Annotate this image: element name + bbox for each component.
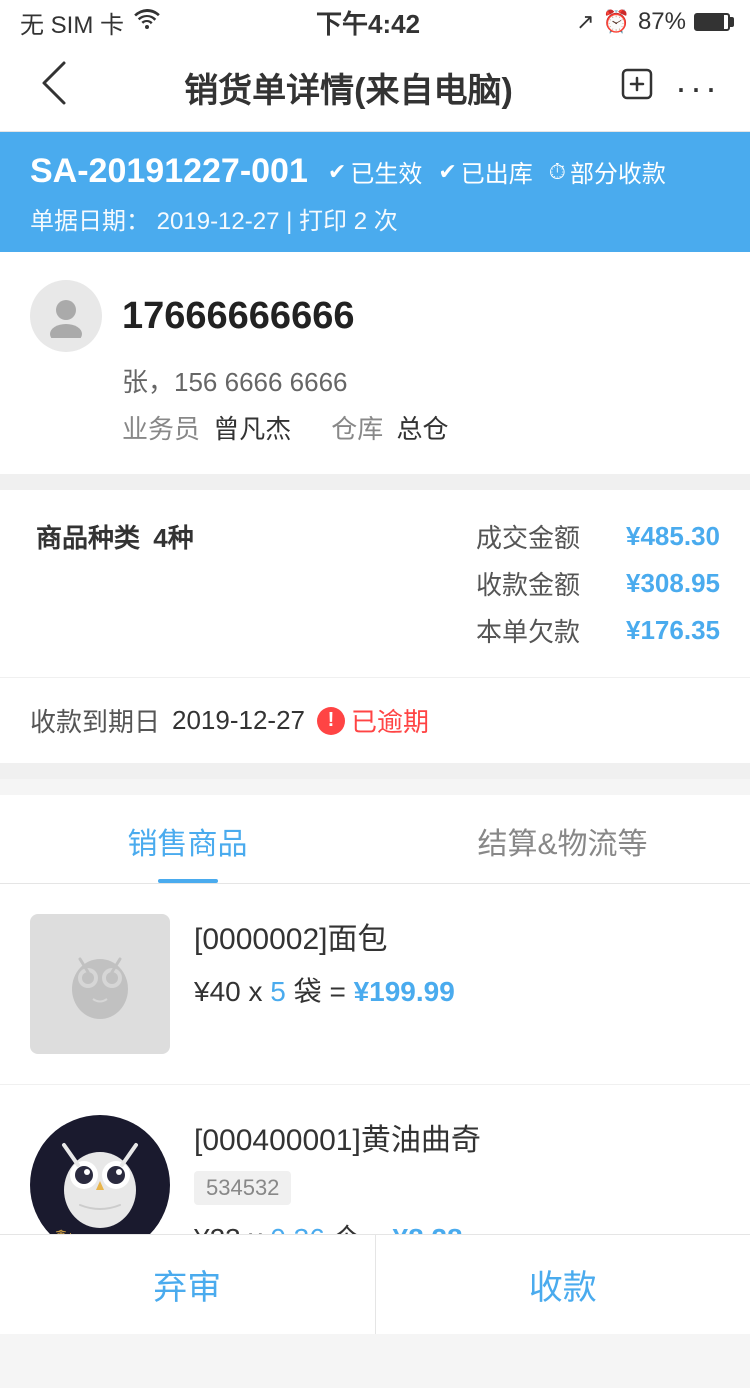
sales-label: 业务员 [122,414,200,444]
battery-percent: 87% [638,8,686,36]
eq-1: = [329,976,353,1007]
customer-section: 17666666666 张，156 6666 6666 业务员 曾凡杰 仓库 总… [0,252,750,474]
more-options-icon[interactable]: ··· [675,67,720,109]
status-bar: 无 SIM 卡 下午4:42 ↗ ⏰ 87% [0,0,750,44]
status-left: 无 SIM 卡 [20,5,160,40]
type-label: 商品种类 [36,523,140,553]
status-right: ↗ ⏰ 87% [576,8,730,36]
status-badge-2: ✔ 已出库 [438,154,532,189]
alarm-icon: ⏰ [603,9,630,35]
cancel-review-label: 弃审 [153,1260,221,1309]
overdue-badge: ! 已逾期 [317,702,429,739]
tabs-section: 销售商品 结算&物流等 [0,795,750,1288]
status-time: 下午4:42 [316,4,420,41]
debt-amount-row: 本单欠款 ¥176.35 [476,612,720,649]
warehouse-name: 总仓 [397,414,449,444]
product-image-1 [30,914,170,1054]
location-icon: ↗ [576,9,594,35]
nav-bar: 销货单详情(来自电脑) ··· [0,44,750,132]
overdue-section: 收款到期日 2019-12-27 ! 已逾期 [0,677,750,763]
product-list: [0000002]面包 ¥40 x 5 袋 = ¥199.99 [0,884,750,1288]
date-label: 单据日期： [30,208,150,235]
status-badge-1: ✔ 已生效 [328,154,422,189]
divider-2 [0,763,750,779]
order-header: SA-20191227-001 ✔ 已生效 ✔ 已出库 ⏱ 部分收款 单据日期：… [0,132,750,252]
type-count: 4种 [153,523,193,553]
debt-label: 本单欠款 [476,612,580,649]
price-1: ¥40 [194,976,241,1007]
receipt-amount: ¥308.95 [600,568,720,599]
product-sku-2: 534532 [194,1171,291,1205]
banner-date-row: 单据日期： 2019-12-27 | 打印 2 次 [30,201,720,236]
customer-meta: 业务员 曾凡杰 仓库 总仓 [122,409,720,446]
back-button[interactable] [30,49,78,126]
cancel-review-button[interactable]: 弃审 [0,1235,376,1334]
order-id: SA-20191227-001 [30,152,308,191]
customer-contact: 张，156 6666 6666 [122,362,720,399]
divider-1 [0,474,750,490]
check-icon-1: ✔ [328,159,346,185]
page-title: 销货单详情(来自电脑) [184,63,513,112]
product-info-1: [0000002]面包 ¥40 x 5 袋 = ¥199.99 [194,914,720,1010]
tab-settlement[interactable]: 结算&物流等 [375,795,750,883]
ghost-image-placeholder [30,914,170,1054]
print-count: 2 [354,208,367,235]
overdue-label: 收款到期日 [30,702,160,739]
receipt-amount-row: 收款金额 ¥308.95 [476,565,720,602]
bottom-bar: 弃审 收款 [0,1234,750,1334]
separator: | [286,208,299,235]
tab-products-label: 销售商品 [128,828,248,861]
qty-1: 5 [270,976,286,1007]
debt-amount: ¥176.35 [600,615,720,646]
overdue-date: 2019-12-27 [172,705,305,736]
overdue-text: 已逾期 [351,702,429,739]
carrier-label: 无 SIM 卡 [20,5,124,40]
status-badges: ✔ 已生效 ✔ 已出库 ⏱ 部分收款 [328,154,666,189]
status-badge-3: ⏱ 部分收款 [549,154,666,189]
stats-section: 商品种类 4种 成交金额 ¥485.30 收款金额 ¥308.95 本单欠款 ¥… [0,490,750,677]
clock-icon: ⏱ [549,159,566,185]
customer-row1: 17666666666 [30,280,720,352]
receipt-label: 收款金额 [476,565,580,602]
overdue-icon: ! [317,707,345,735]
multiply-1: x [249,976,271,1007]
product-item: [0000002]面包 ¥40 x 5 袋 = ¥199.99 [0,884,750,1085]
product-type-stat: 商品种类 4种 [30,518,194,555]
customer-name: 17666666666 [122,295,354,338]
amount-stats: 成交金额 ¥485.30 收款金额 ¥308.95 本单欠款 ¥176.35 [476,518,720,649]
deal-label: 成交金额 [476,518,580,555]
warehouse-label: 仓库 [331,414,383,444]
battery-icon [694,13,730,31]
product-name-2: [000400001]黄油曲奇 [194,1115,720,1159]
check-icon-2: ✔ [438,159,456,185]
tab-products[interactable]: 销售商品 [0,795,375,883]
total-1: ¥199.99 [354,976,455,1007]
deal-amount-row: 成交金额 ¥485.30 [476,518,720,555]
product-name-1: [0000002]面包 [194,914,720,958]
product-price-1: ¥40 x 5 袋 = ¥199.99 [194,970,720,1010]
wifi-icon [134,8,160,36]
print-unit: 次 [374,208,398,235]
banner-row1: SA-20191227-001 ✔ 已生效 ✔ 已出库 ⏱ 部分收款 [30,152,720,191]
unit-1: 袋 [294,976,322,1007]
collect-payment-button[interactable]: 收款 [376,1235,750,1334]
order-date: 2019-12-27 [157,208,280,235]
tabs-row: 销售商品 结算&物流等 [0,795,750,884]
print-label: 打印 [299,208,347,235]
share-icon[interactable] [619,66,655,110]
collect-payment-label: 收款 [529,1260,597,1309]
sales-name: 曾凡杰 [213,414,291,444]
nav-actions: ··· [619,66,720,110]
avatar [30,280,102,352]
deal-amount: ¥485.30 [600,521,720,552]
tab-settlement-label: 结算&物流等 [477,828,647,861]
